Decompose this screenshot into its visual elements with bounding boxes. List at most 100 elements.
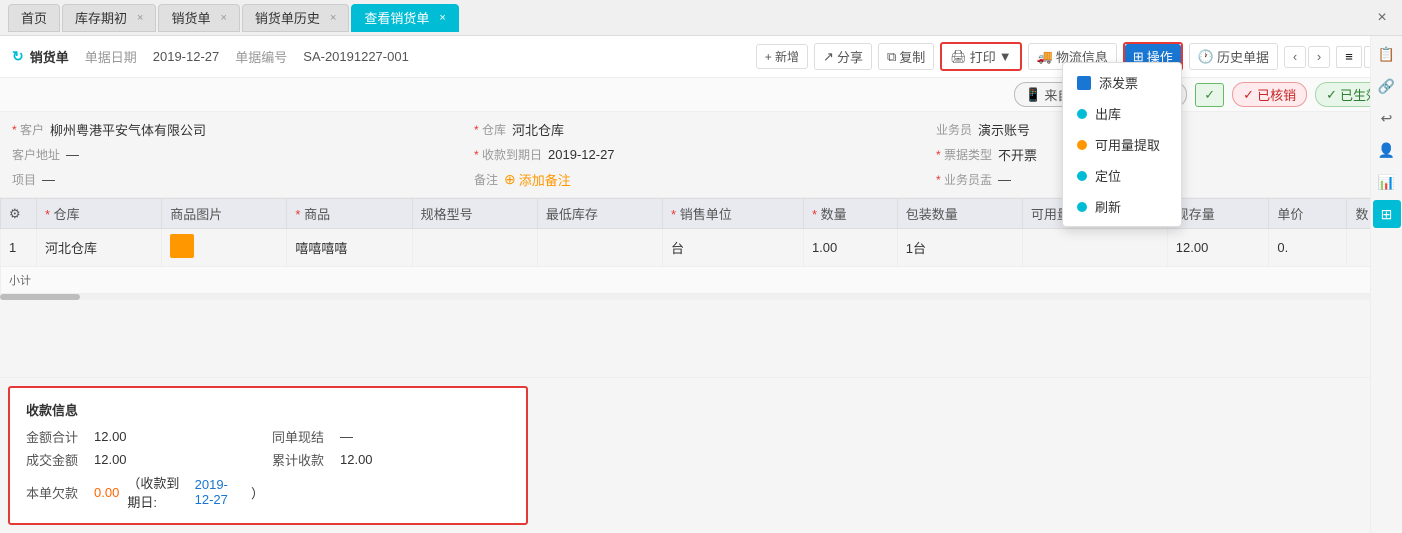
col-gear: ⚙ <box>1 199 37 229</box>
dropdown-add-invoice[interactable]: 添发票 <box>1063 67 1181 98</box>
dropdown-outbound[interactable]: 出库 <box>1063 98 1181 129</box>
sidebar-icon-1[interactable]: 📋 <box>1373 40 1401 68</box>
payment-grid: 金额合计 12.00 同单现结 — 成交金额 12.00 累计收款 12.00 … <box>26 427 510 511</box>
bottom-section: 收款信息 金额合计 12.00 同单现结 — 成交金额 12.00 累计收款 1… <box>0 377 1402 533</box>
col-pack-qty: 包装数量 <box>897 199 1022 229</box>
row-min-stock <box>537 229 662 267</box>
staff-label: 业务员 <box>936 121 972 138</box>
add-invoice-icon <box>1077 76 1091 90</box>
bill-type-label: 票据类型 <box>936 146 992 163</box>
tab-home-label: 首页 <box>21 8 47 27</box>
share-icon: ↗ <box>823 49 834 65</box>
total-label: 金额合计 <box>26 427 86 446</box>
subtotal-row: 小计 <box>1 267 1402 294</box>
deal-label: 成交金额 <box>26 450 86 469</box>
cumulative-label: 累计收款 <box>272 450 332 469</box>
col-product-img: 商品图片 <box>162 199 287 229</box>
check-button[interactable]: ✓ <box>1195 83 1224 107</box>
owed-date: 2019-12-27 <box>195 477 243 507</box>
sidebar-icon-2[interactable]: 🔗 <box>1373 72 1401 100</box>
tab-sales-order[interactable]: 销货单 × <box>158 4 239 32</box>
add-note-button[interactable]: ⊕ 添加备注 <box>504 170 571 189</box>
share-button[interactable]: ↗ 分享 <box>814 43 872 70</box>
list-view-button[interactable]: ≡ <box>1336 46 1362 68</box>
cumulative-row: 累计收款 12.00 <box>272 450 510 469</box>
note-label: 备注 <box>474 171 498 188</box>
window-close-button[interactable]: × <box>1370 6 1394 30</box>
date-value: 2019-12-27 <box>153 49 220 64</box>
customer-value: 柳州粤港平安气体有限公司 <box>50 120 206 139</box>
note-row: 备注 ⊕ 添加备注 <box>474 170 928 189</box>
tab-bar: 首页 库存期初 × 销货单 × 销货单历史 × 查看销货单 × × <box>0 0 1402 36</box>
table-row: 1 河北仓库 嘻嘻嘻嘻 台 1.00 1台 12.00 0. <box>1 229 1402 267</box>
tab-sales-order-close[interactable]: × <box>220 12 226 24</box>
col-qty: 数量 <box>803 199 897 229</box>
add-note-icon: ⊕ <box>504 171 516 188</box>
doc-header: ↻ 销货单 单据日期 2019-12-27 单据编号 SA-20191227-0… <box>0 36 1402 78</box>
product-table-wrapper: ⚙ 仓库 商品图片 商品 规格型号 最低库存 销售单位 数量 包装数量 可用量（… <box>0 198 1402 377</box>
project-row: 项目 — <box>12 170 466 189</box>
row-img <box>162 229 287 267</box>
sidebar-icon-4[interactable]: 👤 <box>1373 136 1401 164</box>
check-icon: ✓ <box>1204 87 1215 103</box>
sidebar-icon-expand[interactable]: ⊞ <box>1373 200 1401 228</box>
tab-inventory-init-close[interactable]: × <box>137 12 143 24</box>
payment-date-value: 2019-12-27 <box>548 147 615 162</box>
scroll-thumb[interactable] <box>0 294 80 300</box>
payment-date-label: 收款到期日 <box>474 146 542 163</box>
mobile-icon: 📱 <box>1025 87 1041 103</box>
prev-arrow[interactable]: ‹ <box>1284 46 1306 68</box>
tab-inventory-init-label: 库存期初 <box>75 8 127 27</box>
outbound-icon <box>1077 109 1087 119</box>
dropdown-locate[interactable]: 定位 <box>1063 160 1181 191</box>
print-button[interactable]: 🖨 打印 ▼ <box>942 44 1019 69</box>
doc-title: ↻ 销货单 <box>12 47 69 66</box>
tab-sales-history-label: 销货单历史 <box>255 8 320 27</box>
tab-inventory-init[interactable]: 库存期初 × <box>62 4 156 32</box>
horizontal-scrollbar[interactable] <box>0 294 1402 300</box>
truck-icon: 🚚 <box>1037 49 1053 65</box>
number-value: SA-20191227-001 <box>303 49 409 64</box>
staff2-label: 业务员盂 <box>936 171 992 188</box>
sub-toolbar: 📱 来自手机 ● 未开票 ✓ ✓ 已核销 ✓ 已生效 <box>0 78 1402 112</box>
next-arrow[interactable]: › <box>1308 46 1330 68</box>
col-unit: 销售单位 <box>663 199 804 229</box>
tab-sales-history[interactable]: 销货单历史 × <box>242 4 349 32</box>
number-label: 单据编号 <box>235 47 287 66</box>
sidebar-icon-5[interactable]: 📊 <box>1373 168 1401 196</box>
total-value: 12.00 <box>94 429 127 444</box>
new-button[interactable]: + 新增 <box>756 44 808 69</box>
warehouse-label: 仓库 <box>474 121 506 138</box>
dropdown-available-extract[interactable]: 可用量提取 <box>1063 129 1181 160</box>
tab-view-sales[interactable]: 查看销货单 × <box>351 4 458 32</box>
project-value: — <box>42 172 55 187</box>
col-warehouse: 仓库 <box>37 199 162 229</box>
owed-row: 本单欠款 0.00 （收款到期日: 2019-12-27 ） <box>26 473 264 511</box>
tab-view-sales-close[interactable]: × <box>439 12 445 24</box>
cancel-icon: ✓ <box>1243 87 1254 103</box>
effect-icon: ✓ <box>1326 87 1337 103</box>
subtotal-label: 小计 <box>1 267 1402 294</box>
refresh-icon <box>1077 202 1087 212</box>
warehouse-row: 仓库 河北仓库 <box>474 120 928 139</box>
owed-label: 本单欠款 <box>26 483 86 502</box>
doc-type-label: 销货单 <box>30 47 69 66</box>
available-extract-icon <box>1077 140 1087 150</box>
staff2-value: — <box>998 172 1011 187</box>
copy-button[interactable]: ⧉ 复制 <box>878 43 934 70</box>
tab-home[interactable]: 首页 <box>8 4 60 32</box>
print-dropdown-arrow: ▼ <box>999 49 1012 64</box>
dropdown-refresh[interactable]: 刷新 <box>1063 191 1181 222</box>
col-price: 单价 <box>1269 199 1347 229</box>
nav-arrows: ‹ › <box>1284 46 1330 68</box>
col-min-stock: 最低库存 <box>537 199 662 229</box>
address-value: — <box>66 147 79 162</box>
already-cancel-button[interactable]: ✓ 已核销 <box>1232 82 1307 107</box>
same-order-value: — <box>340 429 353 444</box>
history-button[interactable]: 🕐 历史单据 <box>1189 43 1278 70</box>
sidebar-icon-3[interactable]: ↩ <box>1373 104 1401 132</box>
doc-type-icon: ↻ <box>12 48 24 65</box>
row-product: 嘻嘻嘻嘻 <box>287 229 412 267</box>
tab-sales-history-close[interactable]: × <box>330 12 336 24</box>
owed-note: （收款到期日: <box>127 473 186 511</box>
